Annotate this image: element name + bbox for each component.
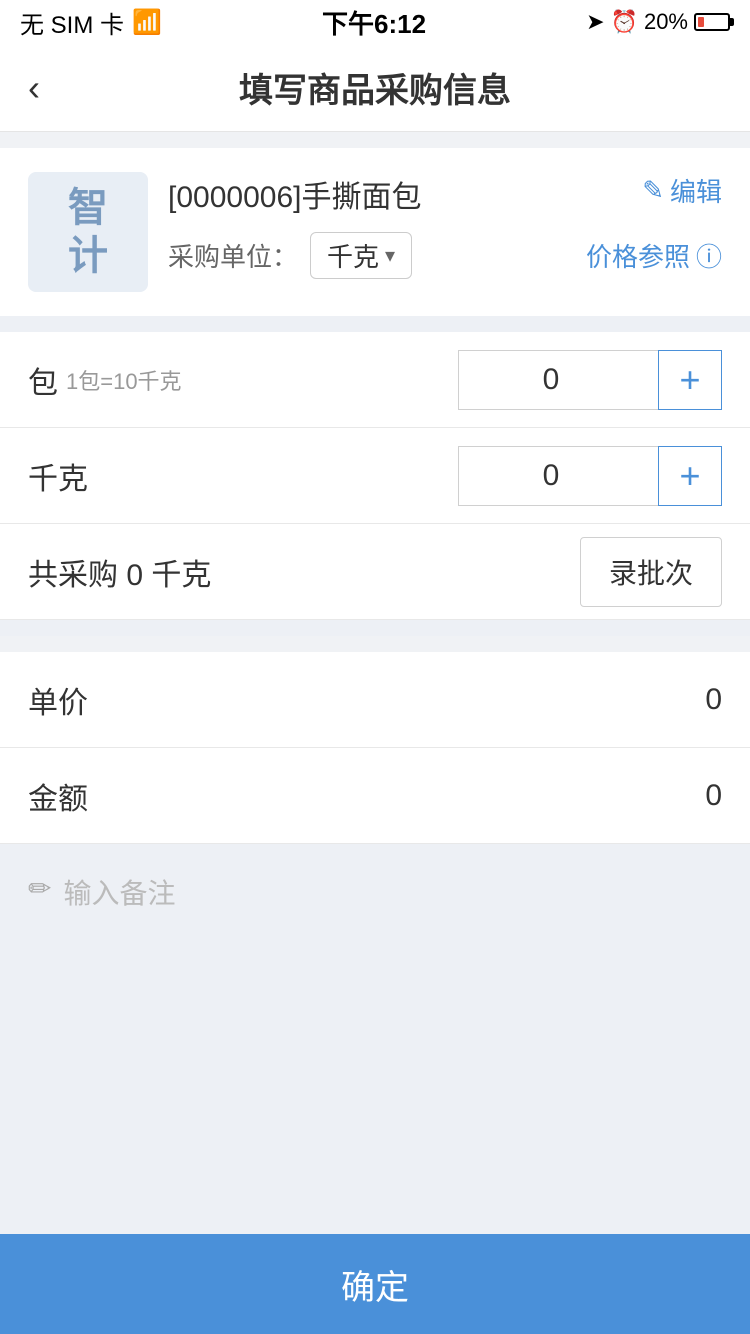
- confirm-button[interactable]: 确定: [0, 1234, 750, 1334]
- product-image: 智 计: [28, 172, 148, 292]
- unit-price-row: 单价 0: [0, 652, 750, 748]
- amount-value: 0: [705, 779, 722, 813]
- product-unit-row: 采购单位： 千克 ▾ 价格参照 ⓘ: [168, 232, 722, 279]
- price-ref-label: 价格参照: [586, 237, 690, 274]
- status-left: 无 SIM 卡 📶: [20, 5, 162, 40]
- edit-icon: ✎: [642, 175, 664, 206]
- edit-label: 编辑: [670, 172, 722, 209]
- unit-value: 千克: [327, 237, 379, 274]
- bag-plus-button[interactable]: +: [658, 350, 722, 410]
- section-divider-2: [0, 620, 750, 636]
- nav-bar: ‹ 填写商品采购信息: [0, 44, 750, 132]
- section-divider-1: [0, 316, 750, 332]
- kg-input-row: 千克 +: [0, 428, 750, 524]
- product-name: [0000006]手撕面包: [168, 172, 722, 216]
- wifi-icon: 📶: [132, 8, 162, 37]
- record-batch-button[interactable]: 录批次: [580, 537, 722, 607]
- location-icon: ➤: [586, 9, 604, 35]
- bag-input-wrap: +: [458, 350, 722, 410]
- kg-input-wrap: +: [458, 446, 722, 506]
- price-ref-button[interactable]: 价格参照 ⓘ: [586, 237, 722, 274]
- chevron-down-icon: ▾: [385, 243, 395, 268]
- amount-label: 金额: [28, 774, 88, 818]
- unit-select[interactable]: 千克 ▾: [310, 232, 412, 279]
- no-sim-label: 无 SIM 卡: [20, 5, 124, 40]
- page-title: 填写商品采购信息: [239, 63, 511, 112]
- remark-input[interactable]: 输入备注: [63, 872, 175, 912]
- battery-icon: [694, 13, 730, 31]
- kg-plus-button[interactable]: +: [658, 446, 722, 506]
- kg-input[interactable]: [458, 446, 658, 506]
- bag-input-row: 包 1包=10千克 +: [0, 332, 750, 428]
- kg-label: 千克: [28, 454, 88, 498]
- status-bar: 无 SIM 卡 📶 下午6:12 ➤ ⏰ 20%: [0, 0, 750, 44]
- unit-price-label: 单价: [28, 678, 88, 722]
- bag-sublabel: 1包=10千克: [66, 364, 182, 396]
- alarm-icon: ⏰: [611, 9, 638, 35]
- input-section: 包 1包=10千克 + 千克 +: [0, 332, 750, 524]
- unit-label: 采购单位：: [168, 237, 298, 274]
- price-section: 单价 0 金额 0: [0, 652, 750, 844]
- product-card: 智 计 [0000006]手撕面包 采购单位： 千克 ▾ 价格参照 ⓘ ✎ 编辑: [0, 148, 750, 316]
- confirm-label: 确定: [341, 1260, 409, 1309]
- edit-button[interactable]: ✎ 编辑: [642, 172, 722, 209]
- bag-input[interactable]: [458, 350, 658, 410]
- product-logo: 智 计: [68, 184, 108, 280]
- product-info: [0000006]手撕面包 采购单位： 千克 ▾ 价格参照 ⓘ: [168, 172, 722, 279]
- remark-section[interactable]: ✏ 输入备注: [0, 844, 750, 964]
- remark-icon: ✏: [28, 872, 51, 905]
- status-time: 下午6:12: [322, 4, 426, 41]
- back-button[interactable]: ‹: [28, 67, 40, 109]
- total-text: 共采购 0 千克: [28, 550, 211, 594]
- status-right: ➤ ⏰ 20%: [586, 9, 730, 35]
- amount-row: 金额 0: [0, 748, 750, 844]
- unit-price-value: 0: [705, 683, 722, 717]
- bag-label: 包: [28, 358, 58, 402]
- battery-fill: [698, 17, 704, 27]
- info-icon: ⓘ: [696, 237, 722, 274]
- battery-percent: 20%: [644, 9, 688, 35]
- total-row: 共采购 0 千克 录批次: [0, 524, 750, 620]
